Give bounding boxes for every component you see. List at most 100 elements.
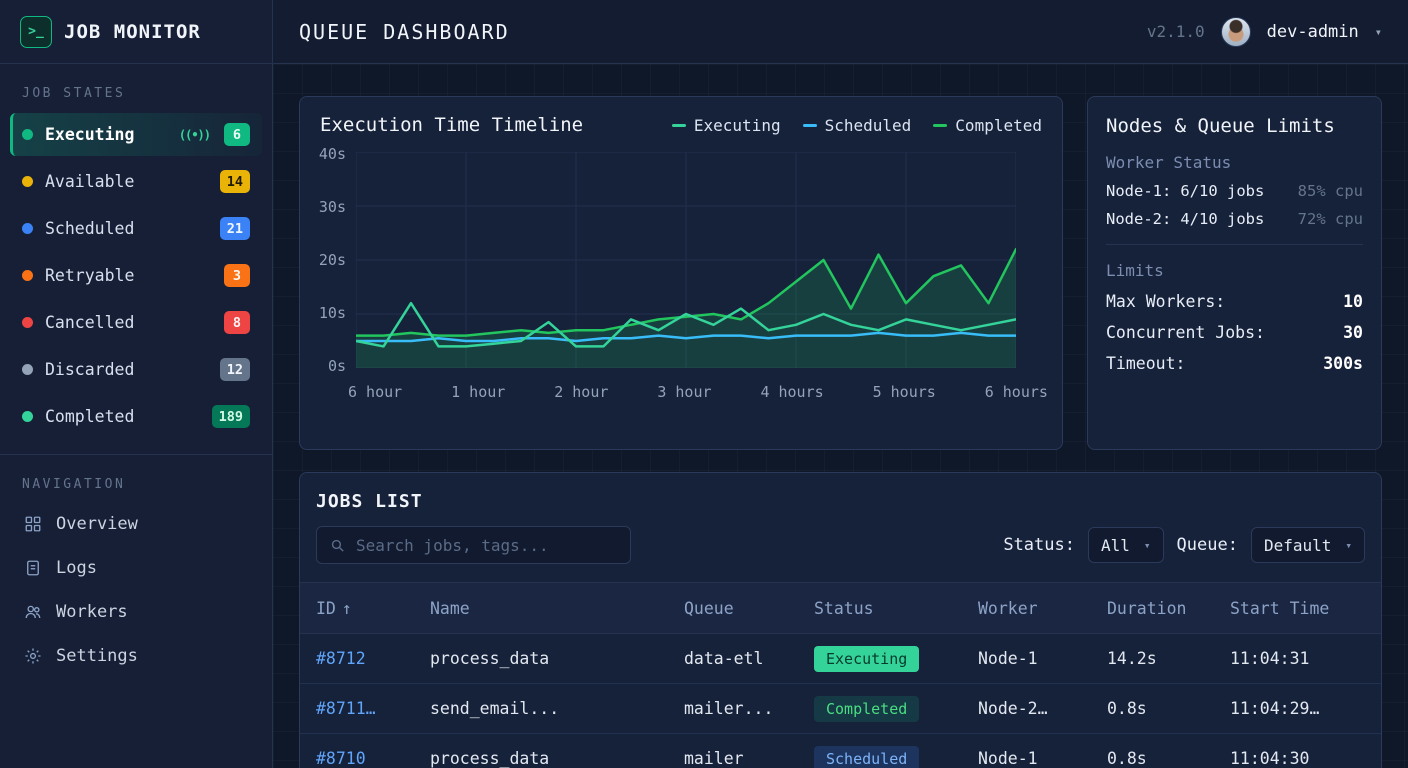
worker-jobs: 4/10 jobs [1180,210,1265,228]
state-label: Available [45,172,135,191]
live-indicator-icon: ((•)) [178,127,211,142]
sidebar-item-logs[interactable]: Logs [0,546,272,590]
worker-row-node2: Node-2: 4/10 jobs 72% cpu [1106,210,1363,228]
job-name: process_data [430,749,550,768]
column-status[interactable]: Status [814,599,978,618]
nav-label: Workers [56,602,128,622]
column-duration[interactable]: Duration [1107,599,1230,618]
search-icon [331,539,344,552]
status-filter-label: Status: [1003,535,1075,555]
sidebar-item-settings[interactable]: Settings [0,634,272,678]
state-label: Discarded [45,360,135,379]
queue-filter-label: Queue: [1176,535,1238,555]
job-id-link[interactable]: #8711… [316,699,430,718]
column-start-time[interactable]: Start Time [1230,599,1365,618]
job-start-time: 11:04:30 [1230,749,1310,768]
job-id-link[interactable]: #8712 [316,649,430,668]
limit-value: 300s [1323,354,1363,373]
job-queue: mailer... [684,699,774,718]
content: Execution Time Timeline Executing Schedu… [273,64,1408,768]
user-menu[interactable]: dev-admin [1267,22,1359,42]
limit-value: 30 [1343,323,1363,342]
table-row[interactable]: #8712 process_data data-etl Executing No… [300,634,1381,684]
column-queue[interactable]: Queue [684,599,814,618]
chevron-down-icon[interactable]: ▾ [1375,25,1382,39]
app-logo-row: >_ JOB MONITOR [0,0,272,64]
page-title: QUEUE DASHBOARD [299,19,510,44]
status-filter-select[interactable]: All ▾ [1087,527,1164,563]
limit-row-max-workers: Max Workers: 10 [1106,292,1363,311]
main-area: QUEUE DASHBOARD v2.1.0 dev-admin ▾ Execu… [273,0,1408,768]
timeline-card: Execution Time Timeline Executing Schedu… [299,96,1063,450]
sidebar-item-workers[interactable]: Workers [0,590,272,634]
sidebar-item-available[interactable]: Available 14 [10,160,262,203]
job-states-header: JOB STATES [22,86,126,101]
count-badge: 14 [219,170,250,193]
legend-item-executing: Executing [671,116,781,135]
status-dot [22,129,33,140]
search-box[interactable] [316,526,631,564]
sidebar-item-executing[interactable]: Executing ((•)) 6 [10,113,262,156]
grid-icon [25,516,41,532]
sidebar-item-scheduled[interactable]: Scheduled 21 [10,207,262,250]
worker-cpu: 85% cpu [1297,182,1363,200]
worker-status-header: Worker Status [1106,153,1232,172]
sidebar: >_ JOB MONITOR JOB STATES Executing ((•)… [0,0,273,768]
y-tick: 0s [327,357,346,375]
y-tick: 20s [318,251,346,269]
table-row[interactable]: #8710 process_data mailer Scheduled Node… [300,734,1381,768]
chart-legend: Executing Scheduled Completed [671,115,1042,135]
job-worker: Node-1 [978,749,1038,768]
navigation-header: NAVIGATION [22,477,126,492]
limit-label: Timeout: [1106,354,1186,373]
status-filter-value: All [1100,535,1130,555]
limit-value: 10 [1343,292,1363,311]
x-tick: 5 hours [872,383,936,401]
sidebar-item-discarded[interactable]: Discarded 12 [10,348,262,391]
count-badge: 12 [219,358,250,381]
worker-cpu: 72% cpu [1297,210,1363,228]
count-badge: 3 [224,264,250,287]
legend-item-scheduled: Scheduled [802,115,912,135]
worker-name: Node-1: [1106,182,1172,200]
sidebar-item-completed[interactable]: Completed 189 [10,395,262,438]
jobs-list-card: JOBS LIST Status: All ▾ Queue: Default ▾ [299,472,1382,768]
worker-jobs: 6/10 jobs [1180,182,1265,200]
x-tick: 6 hour [348,383,403,401]
job-id-link[interactable]: #8710 [316,749,430,768]
x-axis: 6 hour 1 hour 2 hour 3 hour 4 hours 5 ho… [300,375,1062,401]
status-dot [22,411,33,422]
sidebar-item-retryable[interactable]: Retryable 3 [10,254,262,297]
avatar[interactable] [1220,16,1251,47]
legend-swatch [671,123,686,127]
job-queue: data-etl [684,649,764,668]
legend-swatch [933,123,948,127]
legend-swatch [802,123,817,127]
queue-filter-select[interactable]: Default ▾ [1250,527,1365,563]
sort-asc-icon: ↑ [341,598,352,618]
column-id[interactable]: ID ↑ [316,599,430,618]
timeline-title: Execution Time Timeline [320,114,584,136]
legend-label: Completed [955,115,1042,135]
timeline-plot [356,152,1016,368]
job-queue: mailer [684,749,744,768]
jobs-list-title: JOBS LIST [316,491,423,512]
status-badge: Scheduled [814,745,920,768]
count-badge: 8 [224,311,250,334]
legend-label: Scheduled [824,115,912,135]
table-row[interactable]: #8711… send_email... mailer... Completed… [300,684,1381,734]
x-tick: 6 hours [984,383,1048,401]
search-input[interactable] [356,535,618,555]
nav-label: Settings [56,646,138,666]
column-name[interactable]: Name [430,599,684,618]
status-badge: Completed [814,695,920,722]
column-worker[interactable]: Worker [978,599,1107,618]
sidebar-item-cancelled[interactable]: Cancelled 8 [10,301,262,344]
state-label: Completed [45,407,135,426]
worker-name: Node-2: [1106,210,1172,228]
nav-label: Overview [56,514,138,534]
legend-item-completed: Completed [933,116,1042,135]
status-dot [22,270,33,281]
topbar: QUEUE DASHBOARD v2.1.0 dev-admin ▾ [273,0,1408,64]
sidebar-item-overview[interactable]: Overview [0,502,272,546]
